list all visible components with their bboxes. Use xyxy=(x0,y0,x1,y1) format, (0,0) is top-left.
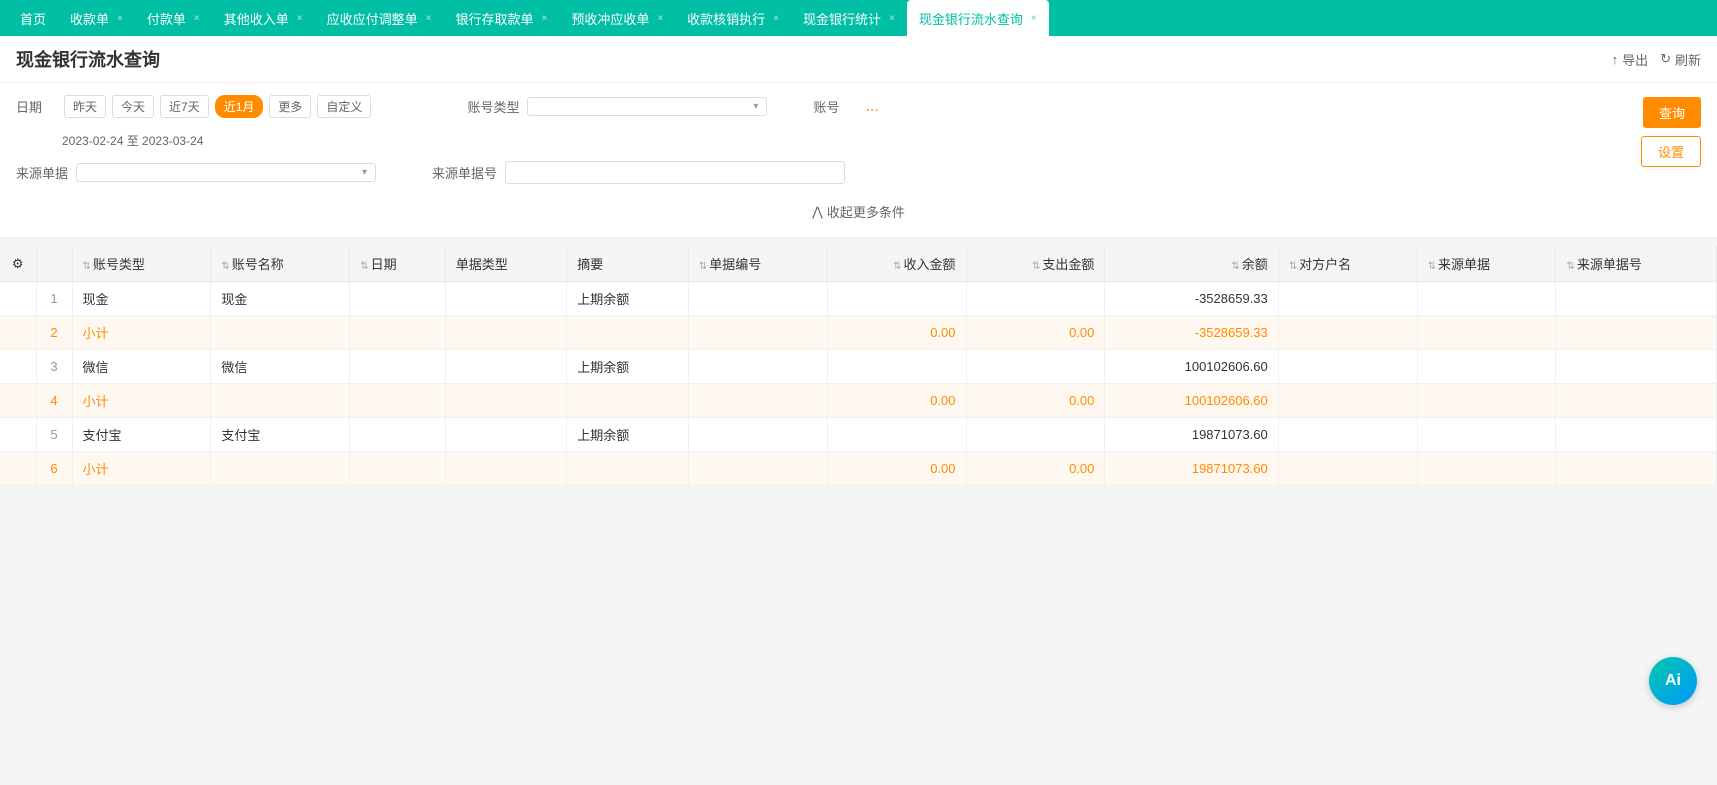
data-table-container: ⚙ ⇅账号类型 ⇅账号名称 ⇅日期 单据类型 摘要 ⇅单据编号 ⇅收入金额 ⇅支… xyxy=(0,246,1717,486)
date-shortcuts: 昨天 今天 近7天 近1月 更多 自定义 xyxy=(64,95,371,118)
source-doc-no-filter-group: 来源单据号 xyxy=(432,161,845,184)
nav-tab-2[interactable]: 其他收入单 × xyxy=(212,0,315,36)
table-row: 4小计0.000.00100102606.60 xyxy=(0,384,1717,418)
th-source-doc-no[interactable]: ⇅来源单据号 xyxy=(1556,246,1717,282)
th-summary: 摘要 xyxy=(567,246,689,282)
date-label: 日期 xyxy=(16,97,56,116)
th-source-doc[interactable]: ⇅来源单据 xyxy=(1417,246,1556,282)
account-type-filter-group: 账号类型 ▾ xyxy=(467,97,767,116)
table-row: 6小计0.000.0019871073.60 xyxy=(0,452,1717,486)
filter-area: 日期 昨天 今天 近7天 近1月 更多 自定义 账号类型 ▾ xyxy=(0,83,1717,238)
table-row: 5支付宝支付宝上期余额19871073.60 xyxy=(0,418,1717,452)
source-doc-no-input[interactable] xyxy=(505,161,845,184)
close-tab-4-icon[interactable]: × xyxy=(541,13,547,24)
close-tab-5-icon[interactable]: × xyxy=(657,13,663,24)
close-tab-0-icon[interactable]: × xyxy=(117,13,123,24)
account-type-dropdown-icon: ▾ xyxy=(753,101,758,112)
date-range-display: 2023-02-24 至 2023-03-24 xyxy=(62,134,203,148)
date-filter-group: 日期 昨天 今天 近7天 近1月 更多 自定义 xyxy=(16,95,371,118)
th-doc-type: 单据类型 xyxy=(445,246,567,282)
close-tab-2-icon[interactable]: × xyxy=(297,13,303,24)
refresh-icon: ↻ xyxy=(1660,51,1671,67)
collapse-more-conditions-button[interactable]: ⋀ 收起更多条件 xyxy=(16,198,1701,225)
date-btn-today[interactable]: 今天 xyxy=(112,95,154,118)
ai-assistant-badge[interactable]: Ai xyxy=(1649,657,1697,705)
th-account-name[interactable]: ⇅账号名称 xyxy=(211,246,350,282)
export-button[interactable]: ↑ 导出 xyxy=(1612,50,1649,69)
date-btn-7days[interactable]: 近7天 xyxy=(160,95,209,118)
nav-tab-7[interactable]: 现金银行统计 × xyxy=(791,0,907,36)
th-num xyxy=(36,246,72,282)
th-balance[interactable]: ⇅余额 xyxy=(1105,246,1278,282)
export-icon: ↑ xyxy=(1612,52,1619,67)
th-doc-no[interactable]: ⇅单据编号 xyxy=(688,246,827,282)
source-doc-select[interactable]: ▾ xyxy=(76,163,376,182)
close-tab-1-icon[interactable]: × xyxy=(194,13,200,24)
account-type-select[interactable]: ▾ xyxy=(527,97,767,116)
table-row: 3微信微信上期余额100102606.60 xyxy=(0,350,1717,384)
nav-tab-4[interactable]: 银行存取款单 × xyxy=(443,0,559,36)
header-actions: ↑ 导出 ↻ 刷新 xyxy=(1612,50,1701,69)
data-table: ⚙ ⇅账号类型 ⇅账号名称 ⇅日期 单据类型 摘要 ⇅单据编号 ⇅收入金额 ⇅支… xyxy=(0,246,1717,486)
nav-tab-8[interactable]: 现金银行流水查询 × xyxy=(907,0,1049,36)
nav-tab-1[interactable]: 付款单 × xyxy=(135,0,212,36)
settings-button[interactable]: 设置 xyxy=(1641,136,1701,167)
close-tab-7-icon[interactable]: × xyxy=(889,13,895,24)
source-doc-filter-group: 来源单据 ▾ xyxy=(16,163,376,182)
filter-row-2: 来源单据 ▾ 来源单据号 xyxy=(16,161,1625,184)
nav-tab-5[interactable]: 预收冲应收单 × xyxy=(559,0,675,36)
top-navigation: 首页 收款单 × 付款单 × 其他收入单 × 应收应付调整单 × 银行存取款单 … xyxy=(0,0,1717,36)
query-button[interactable]: 查询 xyxy=(1643,97,1701,128)
nav-tab-3[interactable]: 应收应付调整单 × xyxy=(315,0,444,36)
source-doc-label: 来源单据 xyxy=(16,163,68,182)
table-body: 1现金现金上期余额-3528659.332小计0.000.00-3528659.… xyxy=(0,282,1717,486)
table-row: 1现金现金上期余额-3528659.33 xyxy=(0,282,1717,316)
th-gear[interactable]: ⚙ xyxy=(0,246,36,282)
date-btn-1month[interactable]: 近1月 xyxy=(215,95,264,118)
table-row: 2小计0.000.00-3528659.33 xyxy=(0,316,1717,350)
account-dots-button[interactable]: ... xyxy=(861,98,882,116)
nav-tab-6[interactable]: 收款核销执行 × xyxy=(675,0,791,36)
date-btn-custom[interactable]: 自定义 xyxy=(317,95,371,118)
collapse-icon: ⋀ xyxy=(812,204,823,220)
account-label: 账号 xyxy=(813,97,853,116)
date-btn-more[interactable]: 更多 xyxy=(269,95,311,118)
filter-row-1: 日期 昨天 今天 近7天 近1月 更多 自定义 账号类型 ▾ xyxy=(16,95,1625,118)
th-date[interactable]: ⇅日期 xyxy=(350,246,446,282)
source-doc-dropdown-icon: ▾ xyxy=(362,167,367,178)
th-expense[interactable]: ⇅支出金额 xyxy=(966,246,1105,282)
page-title: 现金银行流水查询 xyxy=(16,46,160,72)
nav-tab-0[interactable]: 收款单 × xyxy=(58,0,135,36)
close-tab-8-icon[interactable]: × xyxy=(1031,13,1037,24)
source-doc-no-label: 来源单据号 xyxy=(432,163,497,182)
page-header: 现金银行流水查询 ↑ 导出 ↻ 刷新 xyxy=(0,36,1717,83)
table-header-row: ⚙ ⇅账号类型 ⇅账号名称 ⇅日期 单据类型 摘要 ⇅单据编号 ⇅收入金额 ⇅支… xyxy=(0,246,1717,282)
close-tab-6-icon[interactable]: × xyxy=(773,13,779,24)
th-counterparty[interactable]: ⇅对方户名 xyxy=(1278,246,1417,282)
account-type-label: 账号类型 xyxy=(467,97,519,116)
date-btn-yesterday[interactable]: 昨天 xyxy=(64,95,106,118)
th-income[interactable]: ⇅收入金额 xyxy=(827,246,966,282)
account-filter-group: 账号 ... xyxy=(813,97,882,116)
refresh-button[interactable]: ↻ 刷新 xyxy=(1660,50,1701,69)
close-tab-3-icon[interactable]: × xyxy=(426,13,432,24)
nav-home[interactable]: 首页 xyxy=(8,0,58,36)
th-account-type[interactable]: ⇅账号类型 xyxy=(72,246,211,282)
